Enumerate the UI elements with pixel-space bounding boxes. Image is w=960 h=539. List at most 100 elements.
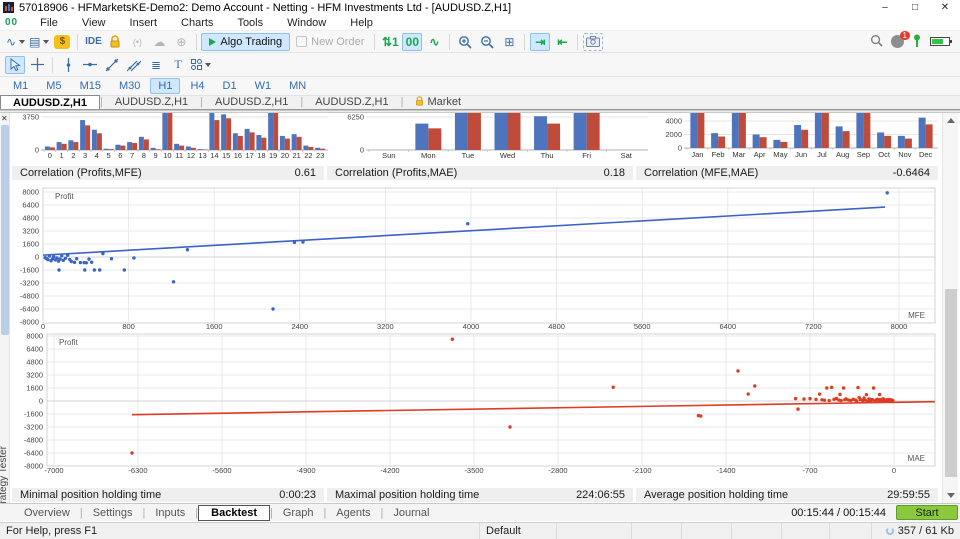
tester-tab-journal[interactable]: Journal xyxy=(383,506,439,520)
cursor-icon[interactable] xyxy=(5,55,25,74)
timeframe-m30[interactable]: M30 xyxy=(111,78,148,94)
svg-text:14: 14 xyxy=(210,151,218,160)
new-order-button[interactable]: New Order xyxy=(290,35,370,49)
ide-button[interactable]: IDE xyxy=(83,33,103,51)
menu-item-window[interactable]: Window xyxy=(275,17,338,29)
community-icon[interactable]: ⊕ xyxy=(171,33,191,51)
chart-tab-bar: AUDUSD.Z,H1 | AUDUSD.Z,H1 | AUDUSD.Z,H1 | AUDU… xyxy=(0,95,960,110)
svg-text:Oct: Oct xyxy=(878,150,891,159)
status-profile[interactable]: Default xyxy=(480,523,557,539)
tester-tab-graph[interactable]: Graph xyxy=(273,506,324,520)
svg-text:4: 4 xyxy=(95,151,99,160)
timeframe-w1[interactable]: W1 xyxy=(247,78,280,94)
svg-text:12: 12 xyxy=(187,151,195,160)
chart-profile-icon[interactable]: ∿ xyxy=(5,33,26,51)
svg-text:3200: 3200 xyxy=(22,227,39,236)
svg-text:2: 2 xyxy=(71,151,75,160)
correlation-label: Correlation (MFE,MAE) xyxy=(644,167,759,179)
svg-text:Jun: Jun xyxy=(795,150,807,159)
timeframe-h4[interactable]: H4 xyxy=(182,78,212,94)
timeframe-h1[interactable]: H1 xyxy=(150,78,181,94)
svg-text:Mon: Mon xyxy=(421,151,436,160)
channel-icon[interactable] xyxy=(124,56,144,74)
crosshair-icon[interactable] xyxy=(27,56,47,74)
close-button[interactable]: ✕ xyxy=(930,1,960,15)
timeframe-mn[interactable]: MN xyxy=(281,78,314,94)
scroll-up-icon[interactable] xyxy=(947,118,955,123)
tester-tab-overview[interactable]: Overview xyxy=(14,506,80,520)
minimize-button[interactable]: – xyxy=(870,1,900,15)
chart-tab-2[interactable]: AUDUSD.Z,H1 xyxy=(203,95,300,109)
lock-icon[interactable] xyxy=(105,33,125,51)
market-tab[interactable]: Market xyxy=(403,95,473,109)
svg-text:1: 1 xyxy=(60,151,64,160)
fibonacci-icon[interactable]: ≣ xyxy=(146,56,166,74)
text-tool-icon[interactable]: T xyxy=(168,56,188,74)
tester-side-strip: ✕ Strategy Tester xyxy=(0,113,10,521)
scrollbar-thumb[interactable] xyxy=(945,289,957,477)
cloud-icon[interactable]: ☁ xyxy=(149,33,169,51)
menu-item-charts[interactable]: Charts xyxy=(169,17,225,29)
horizontal-line-icon[interactable] xyxy=(80,56,100,74)
market-depth-icon[interactable]: 00 xyxy=(402,32,423,51)
tester-scrollbar[interactable] xyxy=(942,113,958,503)
start-button[interactable]: Start xyxy=(896,505,958,520)
timeframe-m5[interactable]: M5 xyxy=(38,78,69,94)
menu-item-tools[interactable]: Tools xyxy=(225,17,275,29)
svg-text:6: 6 xyxy=(118,151,122,160)
svg-text:3200: 3200 xyxy=(377,322,394,331)
svg-text:5600: 5600 xyxy=(634,322,651,331)
chart-tab-3[interactable]: AUDUSD.Z,H1 xyxy=(303,95,400,109)
svg-text:Jan: Jan xyxy=(691,150,703,159)
svg-text:7200: 7200 xyxy=(805,322,822,331)
maximize-button[interactable]: □ xyxy=(900,1,930,15)
zoom-in-icon[interactable] xyxy=(455,33,475,51)
menu-item-view[interactable]: View xyxy=(70,17,118,29)
timeframe-m15[interactable]: M15 xyxy=(72,78,109,94)
screenshot-icon[interactable] xyxy=(583,32,604,51)
menu-item-insert[interactable]: Insert xyxy=(118,17,170,29)
auto-scroll-icon[interactable]: ⇥ xyxy=(530,32,551,51)
holding-time-cell-1: Maximal position holding time 224:06:55 xyxy=(327,488,633,502)
svg-text:8000: 8000 xyxy=(891,322,908,331)
line-chart-icon[interactable]: ∿ xyxy=(424,33,444,51)
tester-left-scrollbar[interactable] xyxy=(1,125,9,335)
menu-item-file[interactable]: File xyxy=(28,17,70,29)
trendline-icon[interactable] xyxy=(102,56,122,74)
tester-tab-settings[interactable]: Settings xyxy=(83,506,143,520)
tester-tab-backtest[interactable]: Backtest xyxy=(198,504,270,521)
shapes-icon[interactable] xyxy=(190,56,212,74)
svg-text:-700: -700 xyxy=(802,466,817,475)
menu-item-help[interactable]: Help xyxy=(338,17,385,29)
tester-tab-agents[interactable]: Agents xyxy=(326,506,380,520)
timeframe-d1[interactable]: D1 xyxy=(215,78,245,94)
tester-tab-inputs[interactable]: Inputs xyxy=(145,506,195,520)
algo-trading-button[interactable]: Algo Trading xyxy=(201,32,291,51)
indicator-window-icon[interactable]: ▤ xyxy=(28,33,50,51)
chart-tab-0[interactable]: AUDUSD.Z,H1 xyxy=(0,95,100,109)
deposit-icon[interactable]: $ xyxy=(52,33,72,51)
search-icon[interactable] xyxy=(870,34,883,50)
notifications-icon[interactable]: 1 xyxy=(891,31,910,48)
tile-windows-icon[interactable]: ⊞ xyxy=(499,33,519,51)
vertical-line-icon[interactable] xyxy=(58,56,78,74)
timeframe-m1[interactable]: M1 xyxy=(5,78,36,94)
profit-vs-mfe-chart: 0 800 1600 2400 3200 4000 4800 5600 6400 7200 8000… xyxy=(10,184,940,331)
svg-text:-6300: -6300 xyxy=(128,466,147,475)
tester-tab-bar: Overview | Settings | Inputs | Backtest | Graph |… xyxy=(0,503,960,521)
svg-text:-1600: -1600 xyxy=(20,266,39,275)
svg-text:-6400: -6400 xyxy=(24,449,43,458)
scroll-down-icon[interactable] xyxy=(947,493,955,498)
profit-by-hour-chart: 3750 0 0 1 2 3 4 5 6 7 8 9 10 11 12 13 14 15 16 17 18 19 20 21 2… xyxy=(12,113,330,160)
line-studies-toolbar: ≣ T xyxy=(0,53,960,77)
signal-icon[interactable]: (•) xyxy=(127,33,147,51)
chart-tab-1[interactable]: AUDUSD.Z,H1 xyxy=(103,95,200,109)
svg-text:-8000: -8000 xyxy=(20,318,39,327)
holding-time-value: 224:06:55 xyxy=(576,489,625,501)
tick-chart-icon[interactable]: ⇅1 xyxy=(380,33,400,51)
zoom-out-icon[interactable] xyxy=(477,33,497,51)
svg-text:0: 0 xyxy=(41,322,45,331)
chart-shift-icon[interactable]: ⇤ xyxy=(552,33,572,51)
tester-close-icon[interactable]: ✕ xyxy=(1,114,8,123)
svg-text:Profit: Profit xyxy=(55,192,74,201)
